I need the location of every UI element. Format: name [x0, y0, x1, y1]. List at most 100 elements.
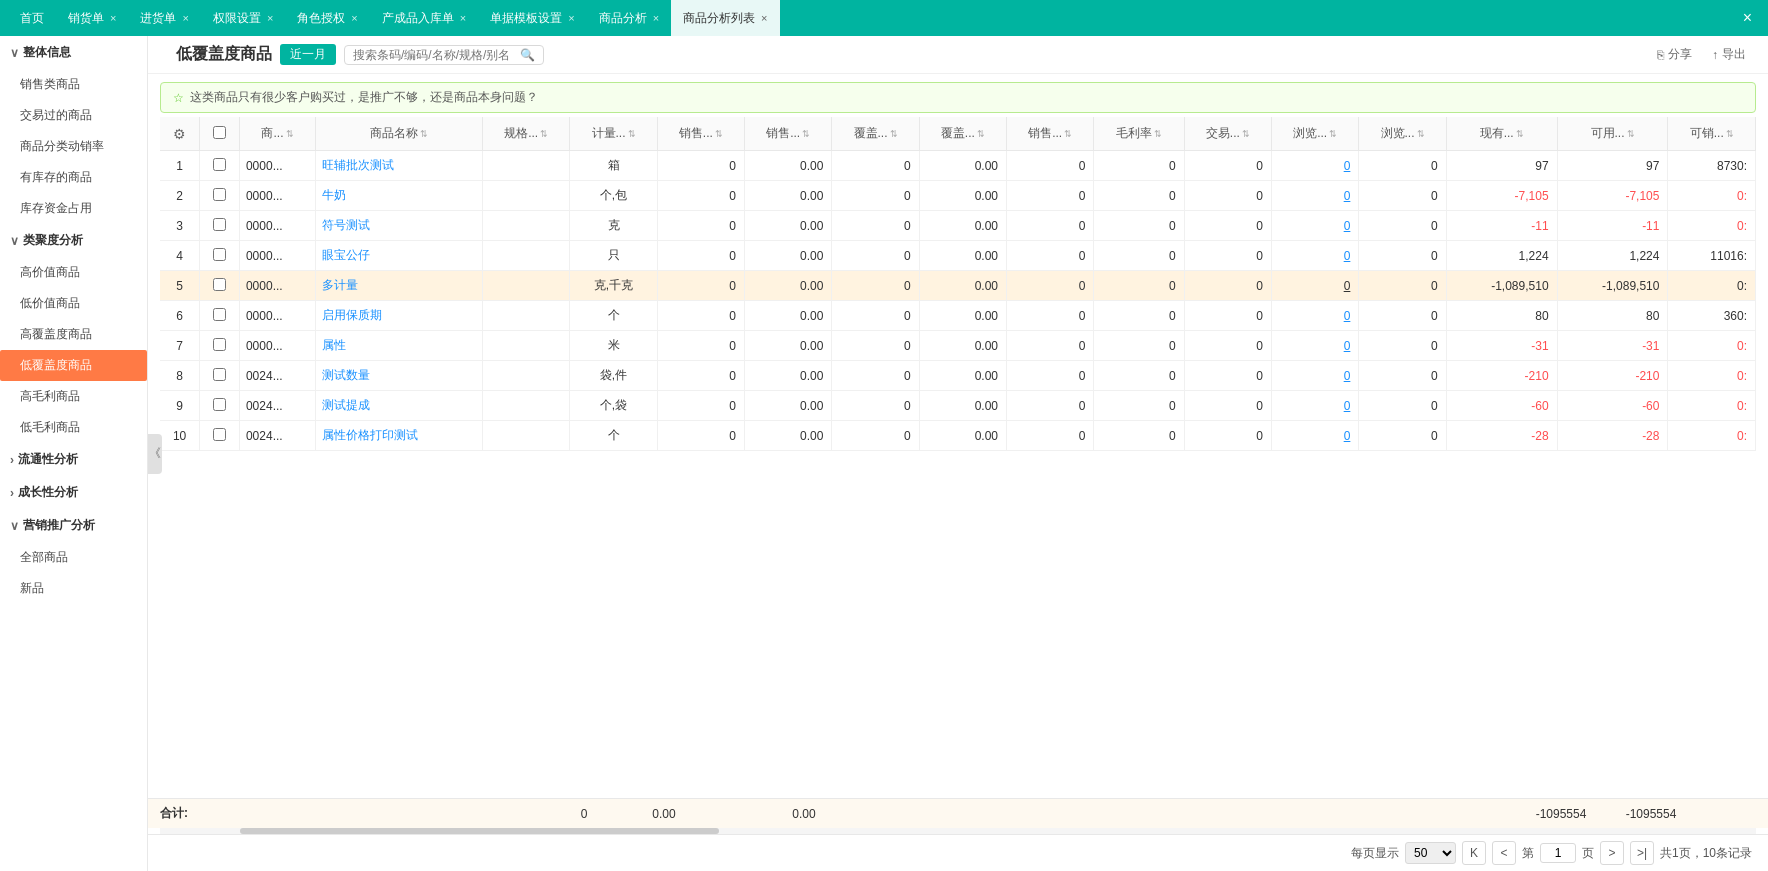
row-spec — [483, 271, 570, 301]
first-page-button[interactable]: K — [1462, 841, 1486, 865]
nav-product-analysis-list[interactable]: 商品分析列表 × — [671, 0, 779, 36]
nav-home[interactable]: 首页 — [8, 0, 56, 36]
row-select-checkbox[interactable] — [213, 248, 226, 261]
sidebar-section-growth[interactable]: › 成长性分析 — [0, 476, 147, 509]
nav-template-settings[interactable]: 单据模板设置 × — [478, 0, 586, 36]
row-browse1[interactable]: 0 — [1272, 331, 1359, 361]
row-browse1[interactable]: 0 — [1272, 391, 1359, 421]
row-name[interactable]: 属性价格打印测试 — [316, 421, 483, 451]
row-checkbox[interactable] — [200, 271, 240, 301]
next-page-button[interactable]: > — [1600, 841, 1624, 865]
row-checkbox[interactable] — [200, 361, 240, 391]
row-checkbox[interactable] — [200, 181, 240, 211]
row-select-checkbox[interactable] — [213, 338, 226, 351]
row-select-checkbox[interactable] — [213, 188, 226, 201]
sidebar-section-cluster[interactable]: ∨ 类聚度分析 — [0, 224, 147, 257]
nav-role-auth[interactable]: 角色授权 × — [285, 0, 369, 36]
row-checkbox[interactable] — [200, 301, 240, 331]
sidebar-item-low-coverage[interactable]: 低覆盖度商品 — [0, 350, 147, 381]
prev-page-button[interactable]: < — [1492, 841, 1516, 865]
nav-purchase[interactable]: 进货单 × — [128, 0, 200, 36]
sidebar-item-high-coverage[interactable]: 高覆盖度商品 — [0, 319, 147, 350]
close-icon[interactable]: × — [653, 12, 659, 24]
page-number-input[interactable] — [1540, 843, 1576, 863]
sidebar-item-low-value[interactable]: 低价值商品 — [0, 288, 147, 319]
row-name[interactable]: 启用保质期 — [316, 301, 483, 331]
row-cov1: 0 — [832, 241, 919, 271]
select-all-checkbox[interactable] — [213, 126, 226, 139]
row-name[interactable]: 旺辅批次测试 — [316, 151, 483, 181]
sidebar-item-all-products[interactable]: 全部商品 — [0, 542, 147, 573]
close-icon[interactable]: × — [568, 12, 574, 24]
search-input[interactable] — [353, 48, 520, 62]
nav-product-analysis[interactable]: 商品分析 × — [587, 0, 671, 36]
row-name[interactable]: 符号测试 — [316, 211, 483, 241]
row-browse1[interactable]: 0 — [1272, 271, 1359, 301]
close-all-button[interactable]: × — [1735, 9, 1760, 27]
close-icon[interactable]: × — [267, 12, 273, 24]
row-name[interactable]: 测试提成 — [316, 391, 483, 421]
row-name[interactable]: 牛奶 — [316, 181, 483, 211]
sidebar-item-high-value[interactable]: 高价值商品 — [0, 257, 147, 288]
sidebar-item-new-products[interactable]: 新品 — [0, 573, 147, 604]
sidebar-item-stock-capital[interactable]: 库存资金占用 — [0, 193, 147, 224]
sidebar-item-traded-products[interactable]: 交易过的商品 — [0, 100, 147, 131]
row-select-checkbox[interactable] — [213, 398, 226, 411]
row-sales3: 0 — [1007, 301, 1094, 331]
row-browse1[interactable]: 0 — [1272, 361, 1359, 391]
page-size-select[interactable]: 50 100 200 — [1405, 842, 1456, 864]
page-size-label: 每页显示 — [1351, 845, 1399, 862]
close-icon[interactable]: × — [110, 12, 116, 24]
settings-icon[interactable]: ⚙ — [173, 126, 186, 142]
close-icon[interactable]: × — [182, 12, 188, 24]
row-stock: -7,105 — [1446, 181, 1557, 211]
time-filter-button[interactable]: 近一月 — [280, 44, 336, 65]
sidebar-section-marketing[interactable]: ∨ 营销推广分析 — [0, 509, 147, 542]
sidebar-item-category-rate[interactable]: 商品分类动销率 — [0, 131, 147, 162]
row-checkbox[interactable] — [200, 151, 240, 181]
export-button[interactable]: ↑ 导出 — [1706, 44, 1752, 65]
search-icon[interactable]: 🔍 — [520, 48, 535, 62]
share-button[interactable]: ⎘ 分享 — [1651, 44, 1698, 65]
row-select-checkbox[interactable] — [213, 158, 226, 171]
sidebar-item-low-margin[interactable]: 低毛利商品 — [0, 412, 147, 443]
row-select-checkbox[interactable] — [213, 218, 226, 231]
close-icon[interactable]: × — [351, 12, 357, 24]
row-sales-amt: 0.00 — [745, 301, 832, 331]
nav-product-warehousing[interactable]: 产成品入库单 × — [370, 0, 478, 36]
row-checkbox[interactable] — [200, 211, 240, 241]
sidebar-item-sales-products[interactable]: 销售类商品 — [0, 69, 147, 100]
row-name[interactable]: 测试数量 — [316, 361, 483, 391]
row-select-checkbox[interactable] — [213, 308, 226, 321]
row-browse1[interactable]: 0 — [1272, 181, 1359, 211]
row-browse1[interactable]: 0 — [1272, 211, 1359, 241]
row-browse1[interactable]: 0 — [1272, 301, 1359, 331]
row-select-checkbox[interactable] — [213, 278, 226, 291]
info-banner: ☆ 这类商品只有很少客户购买过，是推广不够，还是商品本身问题？ — [160, 82, 1756, 113]
close-icon[interactable]: × — [460, 12, 466, 24]
row-checkbox[interactable] — [200, 421, 240, 451]
col-settings[interactable]: ⚙ — [160, 117, 200, 151]
sidebar-section-overall[interactable]: ∨ 整体信息 — [0, 36, 147, 69]
sidebar-section-circulation[interactable]: › 流通性分析 — [0, 443, 147, 476]
nav-permissions[interactable]: 权限设置 × — [201, 0, 285, 36]
row-browse1[interactable]: 0 — [1272, 151, 1359, 181]
close-icon[interactable]: × — [761, 12, 767, 24]
row-checkbox[interactable] — [200, 391, 240, 421]
sidebar-item-high-margin[interactable]: 高毛利商品 — [0, 381, 147, 412]
last-page-button[interactable]: >| — [1630, 841, 1654, 865]
row-checkbox[interactable] — [200, 331, 240, 361]
row-name[interactable]: 眼宝公仔 — [316, 241, 483, 271]
sidebar-item-in-stock[interactable]: 有库存的商品 — [0, 162, 147, 193]
row-select-checkbox[interactable] — [213, 368, 226, 381]
row-checkbox[interactable] — [200, 241, 240, 271]
row-browse1[interactable]: 0 — [1272, 421, 1359, 451]
collapse-sidebar-button[interactable]: 《 — [148, 434, 162, 474]
row-name[interactable]: 属性 — [316, 331, 483, 361]
row-name[interactable]: 多计量 — [316, 271, 483, 301]
nav-sales[interactable]: 销货单 × — [56, 0, 128, 36]
row-select-checkbox[interactable] — [213, 428, 226, 441]
row-sales3: 0 — [1007, 241, 1094, 271]
row-code: 0000... — [239, 331, 315, 361]
row-browse1[interactable]: 0 — [1272, 241, 1359, 271]
